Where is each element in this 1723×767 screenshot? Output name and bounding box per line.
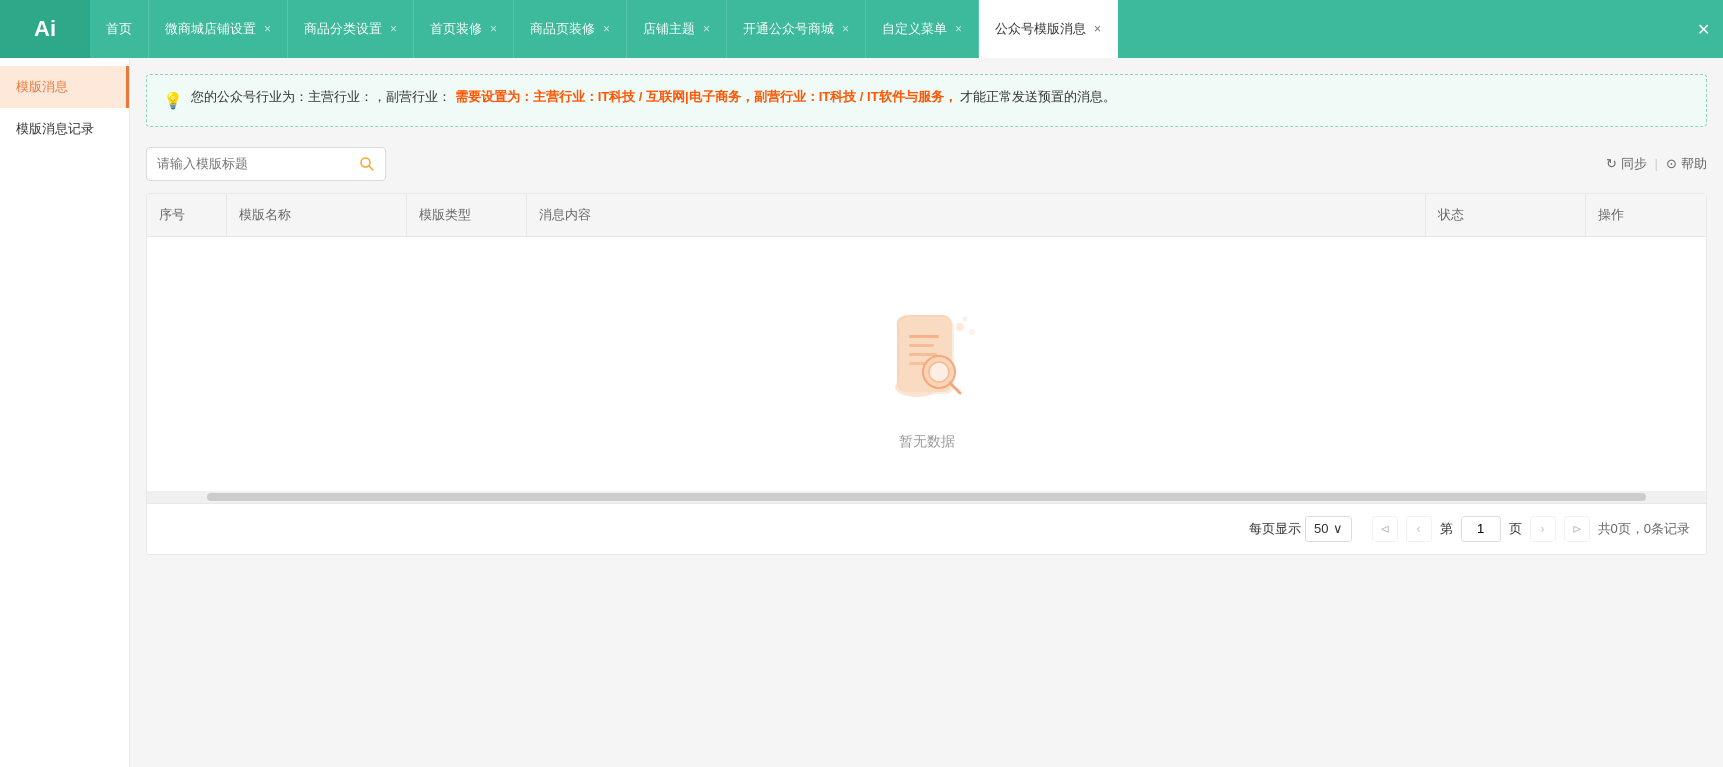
svg-rect-4: [909, 344, 934, 347]
sidebar-item-模版消息记录[interactable]: 模版消息记录: [0, 108, 129, 150]
scroll-bar[interactable]: [147, 491, 1706, 503]
help-circle-icon: ⊙: [1666, 156, 1677, 171]
svg-line-1: [369, 166, 373, 170]
help-button[interactable]: ⊙ 帮助: [1666, 155, 1707, 173]
nav-tab-首页[interactable]: 首页: [90, 0, 149, 58]
table-header-状态: 状态: [1426, 194, 1586, 236]
table-header-消息内容: 消息内容: [527, 194, 1426, 236]
toolbar-right: ↻ 同步 | ⊙ 帮助: [1606, 155, 1707, 173]
tab-label: 商品分类设置: [304, 20, 382, 38]
page-number-input[interactable]: [1461, 516, 1501, 542]
tab-label: 自定义菜单: [882, 20, 947, 38]
tab-close-icon[interactable]: ×: [490, 22, 497, 36]
nav-tab-商品分类设置[interactable]: 商品分类设置 ×: [288, 0, 414, 58]
tab-close-icon[interactable]: ×: [390, 22, 397, 36]
tab-label: 开通公众号商城: [743, 20, 834, 38]
tab-close-icon[interactable]: ×: [1094, 22, 1101, 36]
nav-tab-开通公众号商城[interactable]: 开通公众号商城 ×: [727, 0, 866, 58]
chevron-down-icon: ∨: [1333, 521, 1343, 536]
search-input[interactable]: [147, 156, 349, 171]
nav-tab-店铺主题[interactable]: 店铺主题 ×: [627, 0, 727, 58]
help-label: 帮助: [1681, 155, 1707, 173]
table-header-模版类型: 模版类型: [407, 194, 527, 236]
svg-point-11: [962, 316, 967, 321]
nav-tab-自定义菜单[interactable]: 自定义菜单 ×: [866, 0, 979, 58]
svg-point-12: [969, 329, 975, 335]
nav-tab-微商城店铺设置[interactable]: 微商城店铺设置 ×: [149, 0, 288, 58]
nav-tab-商品页装修[interactable]: 商品页装修 ×: [514, 0, 627, 58]
tab-label: 店铺主题: [643, 20, 695, 38]
table-header-模版名称: 模版名称: [227, 194, 407, 236]
nav-tabs: 首页微商城店铺设置×商品分类设置×首页装修×商品页装修×店铺主题×开通公众号商城…: [90, 0, 1683, 58]
per-page-label: 每页显示: [1249, 520, 1301, 538]
notice-highlight: 需要设置为：主营行业：IT科技 / 互联网|电子商务，副营行业：IT科技 / I…: [455, 89, 957, 104]
total-info: 共0页，0条记录: [1598, 520, 1690, 538]
first-page-button[interactable]: ⊲: [1372, 516, 1398, 542]
page-size-dropdown[interactable]: 50 ∨: [1305, 516, 1351, 542]
empty-text: 暂无数据: [899, 433, 955, 451]
tab-label: 首页: [106, 20, 132, 38]
tab-close-icon[interactable]: ×: [955, 22, 962, 36]
sync-label: 同步: [1621, 155, 1647, 173]
table-header: 序号模版名称模版类型消息内容状态操作: [147, 194, 1706, 237]
search-icon: [359, 156, 375, 172]
notice-suffix: 才能正常发送预置的消息。: [960, 89, 1116, 104]
page-size-value: 50: [1314, 521, 1328, 536]
empty-icon: [867, 297, 987, 417]
empty-state: 暂无数据: [147, 237, 1706, 491]
logo: Ai: [0, 0, 90, 58]
refresh-icon: ↻: [1606, 156, 1617, 171]
tab-close-icon[interactable]: ×: [264, 22, 271, 36]
notice-prefix: 您的公众号行业为：主营行业：，副营行业：: [191, 89, 451, 104]
notice-icon: 💡: [163, 88, 183, 114]
table-header-序号: 序号: [147, 194, 227, 236]
last-page-button[interactable]: ⊳: [1564, 516, 1590, 542]
scroll-thumb[interactable]: [207, 493, 1646, 501]
svg-rect-3: [909, 335, 939, 338]
next-page-button[interactable]: ›: [1530, 516, 1556, 542]
tab-label: 商品页装修: [530, 20, 595, 38]
search-box: [146, 147, 386, 181]
svg-point-8: [929, 362, 949, 382]
tab-label: 首页装修: [430, 20, 482, 38]
tab-label: 公众号模版消息: [995, 20, 1086, 38]
page-size-select: 每页显示 50 ∨: [1249, 516, 1351, 542]
tab-label: 微商城店铺设置: [165, 20, 256, 38]
notice-box: 💡 您的公众号行业为：主营行业：，副营行业： 需要设置为：主营行业：IT科技 /…: [146, 74, 1707, 127]
logo-text: Ai: [34, 16, 56, 42]
page-unit: 页: [1509, 520, 1522, 538]
tab-close-icon[interactable]: ×: [842, 22, 849, 36]
notice-text: 您的公众号行业为：主营行业：，副营行业： 需要设置为：主营行业：IT科技 / 互…: [191, 87, 1116, 108]
tab-close-icon[interactable]: ×: [603, 22, 610, 36]
pagination: 每页显示 50 ∨ ⊲ ‹ 第 页 › ⊳ 共0页，0条记录: [147, 503, 1706, 554]
search-button[interactable]: [349, 147, 385, 181]
sidebar: 模版消息模版消息记录: [0, 58, 130, 767]
table-header-操作: 操作: [1586, 194, 1706, 236]
toolbar: ↻ 同步 | ⊙ 帮助: [146, 147, 1707, 181]
table-container: 序号模版名称模版类型消息内容状态操作: [146, 193, 1707, 555]
svg-point-10: [956, 323, 964, 331]
sidebar-item-模版消息[interactable]: 模版消息: [0, 66, 129, 108]
layout: 模版消息模版消息记录 💡 您的公众号行业为：主营行业：，副营行业： 需要设置为：…: [0, 58, 1723, 767]
page-label: 第: [1440, 520, 1453, 538]
divider: |: [1655, 156, 1658, 171]
sync-button[interactable]: ↻ 同步: [1606, 155, 1647, 173]
close-all-button[interactable]: ✕: [1683, 0, 1723, 58]
tab-close-icon[interactable]: ×: [703, 22, 710, 36]
svg-rect-5: [909, 353, 937, 356]
main-content: 💡 您的公众号行业为：主营行业：，副营行业： 需要设置为：主营行业：IT科技 /…: [130, 58, 1723, 767]
nav-tab-首页装修[interactable]: 首页装修 ×: [414, 0, 514, 58]
prev-page-button[interactable]: ‹: [1406, 516, 1432, 542]
top-nav: Ai 首页微商城店铺设置×商品分类设置×首页装修×商品页装修×店铺主题×开通公众…: [0, 0, 1723, 58]
nav-tab-公众号模版消息[interactable]: 公众号模版消息 ×: [979, 0, 1118, 58]
